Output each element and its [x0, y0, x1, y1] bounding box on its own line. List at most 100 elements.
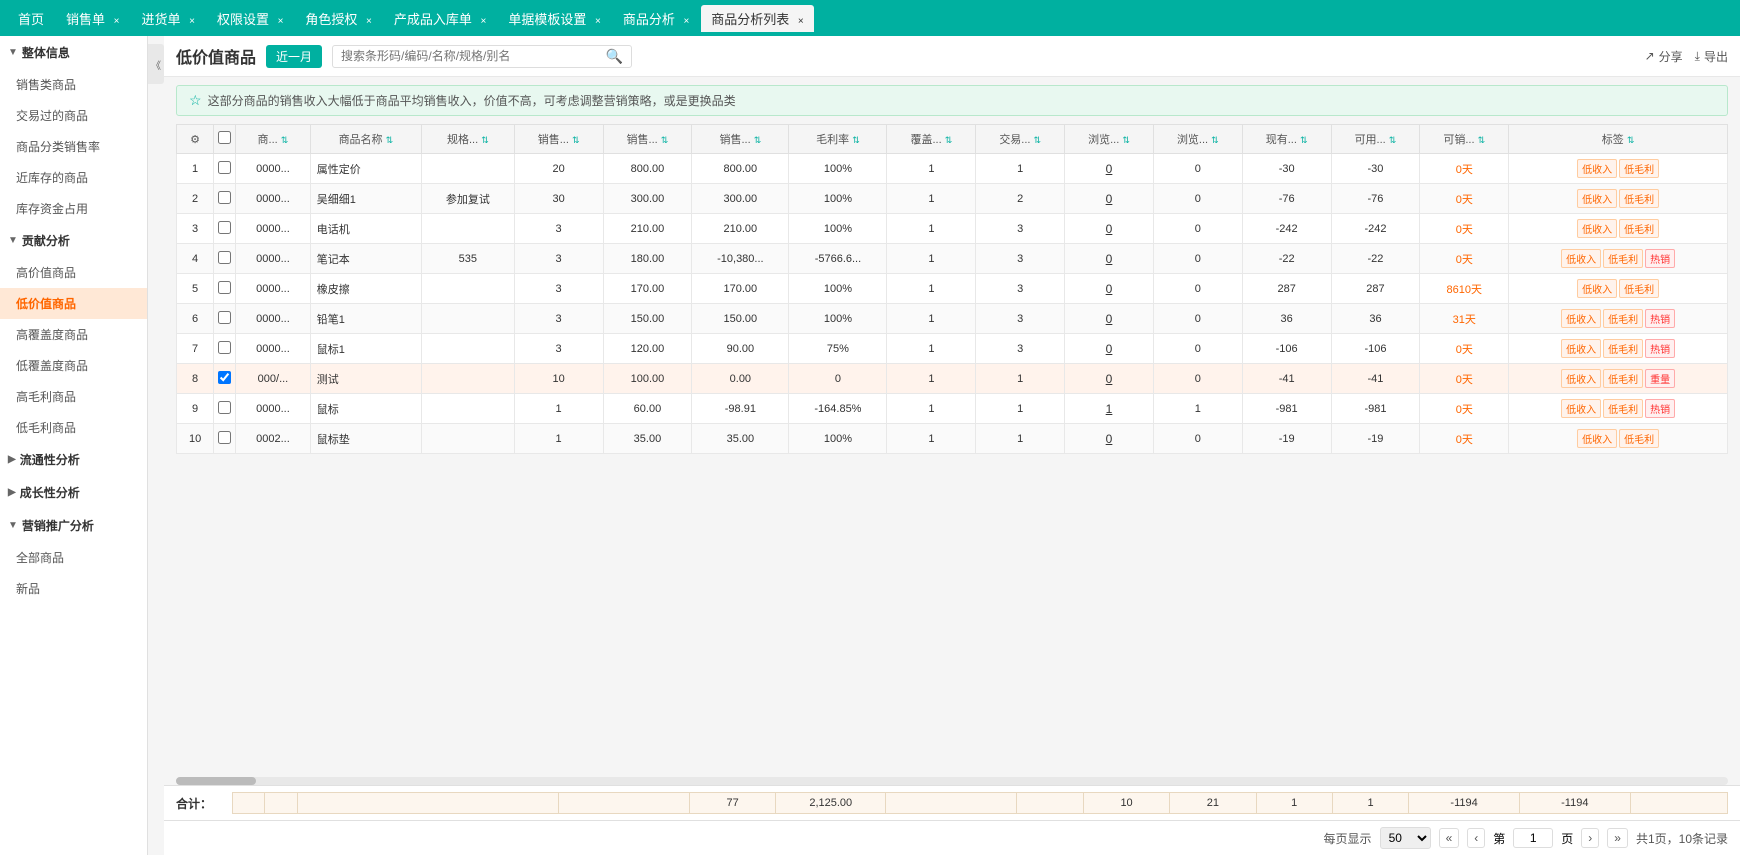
transaction-column-header[interactable]: 交易... ⇅ [976, 125, 1065, 154]
first-page-button[interactable]: « [1439, 828, 1460, 848]
margin-column-header[interactable]: 毛利率 ⇅ [789, 125, 887, 154]
sellable-column-header[interactable]: 可销... ⇅ [1420, 125, 1509, 154]
row-browse1[interactable]: 0 [1065, 184, 1154, 214]
close-icon[interactable]: × [798, 16, 804, 27]
row-browse1[interactable]: 0 [1065, 274, 1154, 304]
row-checkbox[interactable] [218, 371, 231, 384]
browse-link[interactable]: 0 [1106, 162, 1113, 176]
nav-permissions[interactable]: 权限设置 × [207, 5, 293, 32]
sidebar-item-low-value[interactable]: 低价值商品 [0, 288, 147, 319]
time-filter-button[interactable]: 近一月 [266, 45, 322, 68]
coverage-column-header[interactable]: 覆盖... ⇅ [887, 125, 976, 154]
row-browse1[interactable]: 0 [1065, 214, 1154, 244]
close-icon[interactable]: × [114, 16, 120, 27]
browse-link[interactable]: 0 [1106, 342, 1113, 356]
sidebar-group-overall[interactable]: ▼ 整体信息 [0, 36, 147, 69]
row-checkbox-cell[interactable] [214, 214, 236, 244]
row-browse1[interactable]: 0 [1065, 244, 1154, 274]
row-browse1[interactable]: 1 [1065, 394, 1154, 424]
row-checkbox[interactable] [218, 251, 231, 264]
sidebar-group-contribution[interactable]: ▼ 贡献分析 [0, 224, 147, 257]
browse-link[interactable]: 1 [1106, 402, 1113, 416]
code-column-header[interactable]: 商... ⇅ [236, 125, 311, 154]
amt-column-header[interactable]: 销售... ⇅ [692, 125, 789, 154]
last-page-button[interactable]: » [1607, 828, 1628, 848]
sidebar-item-category-sales[interactable]: 商品分类销售率 [0, 131, 147, 162]
sidebar-group-marketing[interactable]: ▼ 营销推广分析 [0, 509, 147, 542]
row-checkbox[interactable] [218, 431, 231, 444]
sidebar-group-growth[interactable]: ▶ 成长性分析 [0, 476, 147, 509]
sidebar-item-new-goods[interactable]: 新品 [0, 573, 147, 604]
close-icon[interactable]: × [683, 16, 689, 27]
close-icon[interactable]: × [189, 16, 195, 27]
close-icon[interactable]: × [481, 16, 487, 27]
nav-products[interactable]: 产成品入库单 × [384, 5, 496, 32]
scrollbar-thumb[interactable] [176, 777, 256, 785]
row-checkbox[interactable] [218, 401, 231, 414]
current-column-header[interactable]: 现有... ⇅ [1242, 125, 1331, 154]
nav-goods-analysis-list[interactable]: 商品分析列表 × [701, 5, 813, 32]
nav-purchase[interactable]: 进货单 × [131, 5, 204, 32]
row-checkbox-cell[interactable] [214, 424, 236, 454]
browse-link[interactable]: 0 [1106, 252, 1113, 266]
row-checkbox-cell[interactable] [214, 184, 236, 214]
close-icon[interactable]: × [278, 16, 284, 27]
row-browse1[interactable]: 0 [1065, 154, 1154, 184]
row-checkbox-cell[interactable] [214, 154, 236, 184]
row-checkbox[interactable] [218, 281, 231, 294]
available-column-header[interactable]: 可用... ⇅ [1331, 125, 1420, 154]
browse-link[interactable]: 0 [1106, 192, 1113, 206]
search-icon[interactable]: 🔍 [606, 48, 623, 65]
row-browse1[interactable]: 0 [1065, 364, 1154, 394]
browse-link[interactable]: 0 [1106, 372, 1113, 386]
export-button[interactable]: ⤓ 导出 [1695, 48, 1728, 65]
browse-link[interactable]: 0 [1106, 432, 1113, 446]
tags-column-header[interactable]: 标签 ⇅ [1509, 125, 1728, 154]
row-checkbox[interactable] [218, 311, 231, 324]
name-column-header[interactable]: 商品名称 ⇅ [310, 125, 421, 154]
page-size-select[interactable]: 50 100 200 [1380, 827, 1431, 849]
row-checkbox-cell[interactable] [214, 274, 236, 304]
row-checkbox-cell[interactable] [214, 394, 236, 424]
row-checkbox[interactable] [218, 341, 231, 354]
row-checkbox-cell[interactable] [214, 334, 236, 364]
sidebar-collapse-button[interactable]: 《 [148, 44, 164, 84]
nav-goods-analysis[interactable]: 商品分析 × [613, 5, 699, 32]
settings-column-header[interactable]: ⚙ [177, 125, 214, 154]
page-number-input[interactable] [1513, 828, 1553, 848]
price-column-header[interactable]: 销售... ⇅ [603, 125, 692, 154]
sidebar-item-low-coverage[interactable]: 低覆盖度商品 [0, 350, 147, 381]
browse2-column-header[interactable]: 浏览... ⇅ [1153, 125, 1242, 154]
spec-column-header[interactable]: 规格... ⇅ [422, 125, 515, 154]
sidebar-item-sales-goods[interactable]: 销售类商品 [0, 69, 147, 100]
qty-column-header[interactable]: 销售... ⇅ [514, 125, 603, 154]
sidebar-item-high-margin[interactable]: 高毛利商品 [0, 381, 147, 412]
horizontal-scrollbar[interactable] [176, 777, 1728, 785]
nav-home[interactable]: 首页 [8, 5, 54, 32]
sidebar-item-low-margin[interactable]: 低毛利商品 [0, 412, 147, 443]
sidebar-item-stock-funds[interactable]: 库存资金占用 [0, 193, 147, 224]
browse-link[interactable]: 0 [1106, 282, 1113, 296]
row-checkbox[interactable] [218, 221, 231, 234]
row-checkbox-cell[interactable] [214, 304, 236, 334]
row-checkbox-cell[interactable] [214, 364, 236, 394]
next-page-button[interactable]: › [1581, 828, 1599, 848]
search-input[interactable] [341, 49, 602, 63]
checkbox-column-header[interactable] [214, 125, 236, 154]
browse1-column-header[interactable]: 浏览... ⇅ [1065, 125, 1154, 154]
prev-page-button[interactable]: ‹ [1467, 828, 1485, 848]
sidebar-item-low-stock[interactable]: 近库存的商品 [0, 162, 147, 193]
row-checkbox-cell[interactable] [214, 244, 236, 274]
sidebar-item-all-goods[interactable]: 全部商品 [0, 542, 147, 573]
row-checkbox[interactable] [218, 161, 231, 174]
row-browse1[interactable]: 0 [1065, 424, 1154, 454]
close-icon[interactable]: × [595, 16, 601, 27]
browse-link[interactable]: 0 [1106, 222, 1113, 236]
sidebar-group-circulation[interactable]: ▶ 流通性分析 [0, 443, 147, 476]
nav-sales[interactable]: 销售单 × [56, 5, 129, 32]
browse-link[interactable]: 0 [1106, 312, 1113, 326]
row-browse1[interactable]: 0 [1065, 304, 1154, 334]
row-checkbox[interactable] [218, 191, 231, 204]
sidebar-item-high-value[interactable]: 高价值商品 [0, 257, 147, 288]
nav-roles[interactable]: 角色授权 × [295, 5, 381, 32]
